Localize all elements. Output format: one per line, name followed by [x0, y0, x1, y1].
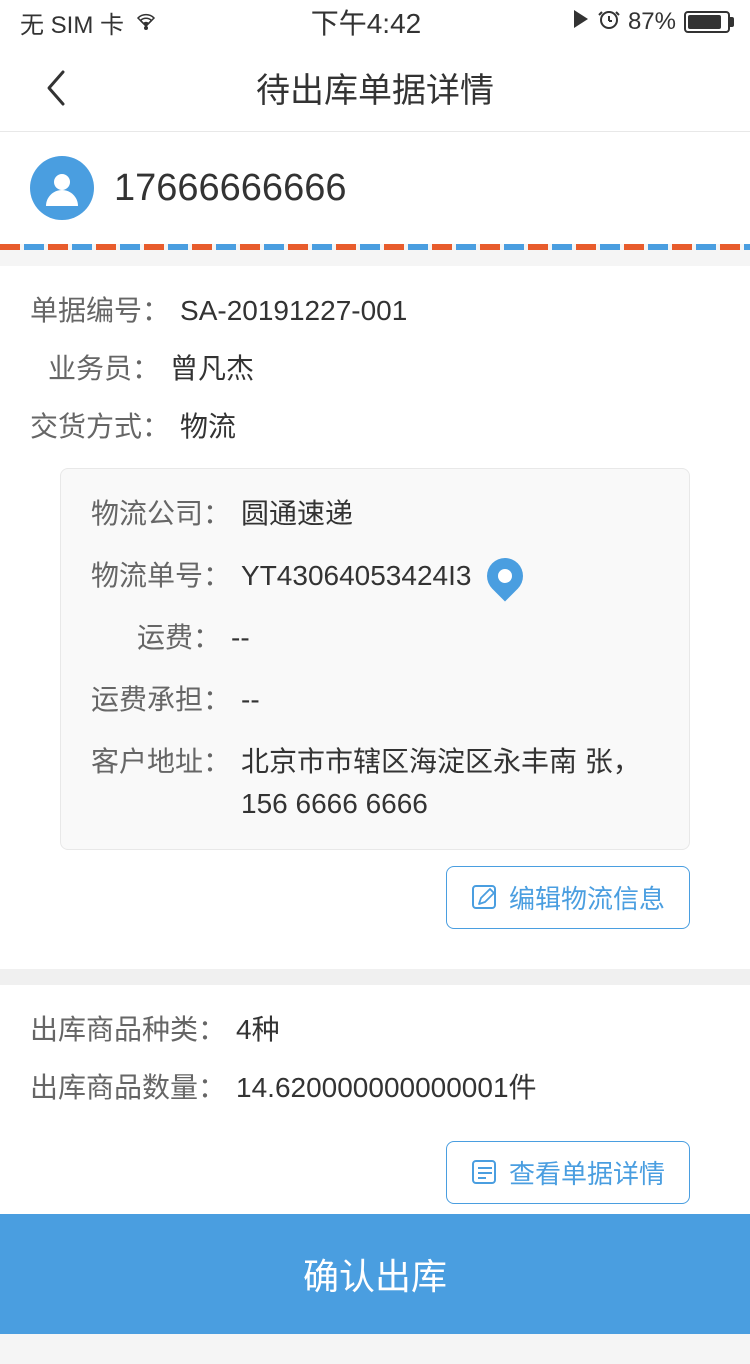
logistics-company-label: 物流公司：	[91, 493, 231, 535]
goods-section: 出库商品种类： 4种 出库商品数量： 14.620000000000001件 查…	[0, 985, 750, 1244]
order-info-section: 单据编号： SA-20191227-001 业务员： 曾凡杰 交货方式： 物流 …	[0, 266, 750, 969]
back-button[interactable]	[30, 63, 80, 113]
dashed-separator	[0, 244, 750, 250]
tracking-no-value: YT43064053424I3	[241, 555, 659, 597]
customer-header: 17666666666	[0, 132, 750, 244]
edit-logistics-button[interactable]: 编辑物流信息	[446, 866, 690, 929]
section-divider	[0, 969, 750, 985]
customer-phone: 17666666666	[114, 167, 346, 210]
view-detail-btn-container: 查看单据详情	[30, 1125, 720, 1220]
location-status-icon	[572, 8, 590, 37]
delivery-method-label: 交货方式：	[30, 406, 170, 448]
delivery-method-value: 物流	[180, 406, 720, 448]
goods-quantity-label: 出库商品数量：	[30, 1067, 226, 1109]
freight-value: --	[231, 617, 659, 659]
status-bar-left: 无 SIM 卡	[20, 5, 160, 40]
page-title: 待出库单据详情	[80, 63, 670, 112]
tracking-location-icon[interactable]	[480, 551, 531, 602]
edit-icon	[471, 884, 499, 912]
status-bar-time: 下午4:42	[311, 2, 422, 42]
sales-rep-value: 曾凡杰	[170, 348, 720, 390]
confirm-btn-bar[interactable]: 确认出库	[0, 1214, 750, 1334]
freight-label: 运费：	[91, 617, 221, 659]
delivery-method-row: 交货方式： 物流	[30, 406, 720, 448]
freight-bearer-row: 运费承担： --	[91, 679, 659, 721]
battery-percentage: 87%	[628, 8, 676, 36]
logistics-company-value: 圆通速递	[241, 493, 659, 535]
status-bar: 无 SIM 卡 下午4:42 87%	[0, 0, 750, 44]
view-detail-button[interactable]: 查看单据详情	[446, 1141, 690, 1204]
tracking-no-label: 物流单号：	[91, 555, 231, 597]
carrier-label: 无 SIM 卡	[20, 5, 124, 40]
freight-bearer-label: 运费承担：	[91, 679, 231, 721]
sales-rep-label: 业务员：	[30, 348, 160, 390]
address-row: 客户地址： 北京市市辖区海淀区永丰南 张，156 6666 6666	[91, 741, 659, 825]
goods-types-row: 出库商品种类： 4种	[30, 1009, 720, 1051]
logistics-company-row: 物流公司： 圆通速递	[91, 493, 659, 535]
order-no-value: SA-20191227-001	[180, 290, 720, 332]
freight-bearer-value: --	[241, 679, 659, 721]
wifi-icon	[132, 8, 160, 37]
customer-avatar	[30, 156, 94, 220]
goods-types-label: 出库商品种类：	[30, 1009, 226, 1051]
main-content: 17666666666 单据编号： SA-20191227-001 业务员： 曾…	[0, 132, 750, 1364]
order-no-label: 单据编号：	[30, 290, 170, 332]
order-no-row: 单据编号： SA-20191227-001	[30, 290, 720, 332]
goods-types-value: 4种	[236, 1009, 720, 1051]
sales-rep-row: 业务员： 曾凡杰	[30, 348, 720, 390]
confirm-btn-label: 确认出库	[303, 1248, 447, 1300]
address-label: 客户地址：	[91, 741, 231, 783]
address-value: 北京市市辖区海淀区永丰南 张，156 6666 6666	[241, 741, 659, 825]
goods-quantity-row: 出库商品数量： 14.620000000000001件	[30, 1067, 720, 1109]
status-bar-right: 87%	[572, 8, 730, 37]
edit-logistics-btn-container: 编辑物流信息	[30, 850, 720, 945]
list-icon	[471, 1159, 499, 1187]
freight-row: 运费： --	[91, 617, 659, 659]
tracking-no-row: 物流单号： YT43064053424I3	[91, 555, 659, 597]
battery-icon	[684, 11, 730, 33]
goods-quantity-value: 14.620000000000001件	[236, 1067, 720, 1109]
alarm-icon	[598, 8, 620, 37]
nav-bar: 待出库单据详情	[0, 44, 750, 132]
logistics-section: 物流公司： 圆通速递 物流单号： YT43064053424I3 运费： -- …	[60, 468, 690, 850]
